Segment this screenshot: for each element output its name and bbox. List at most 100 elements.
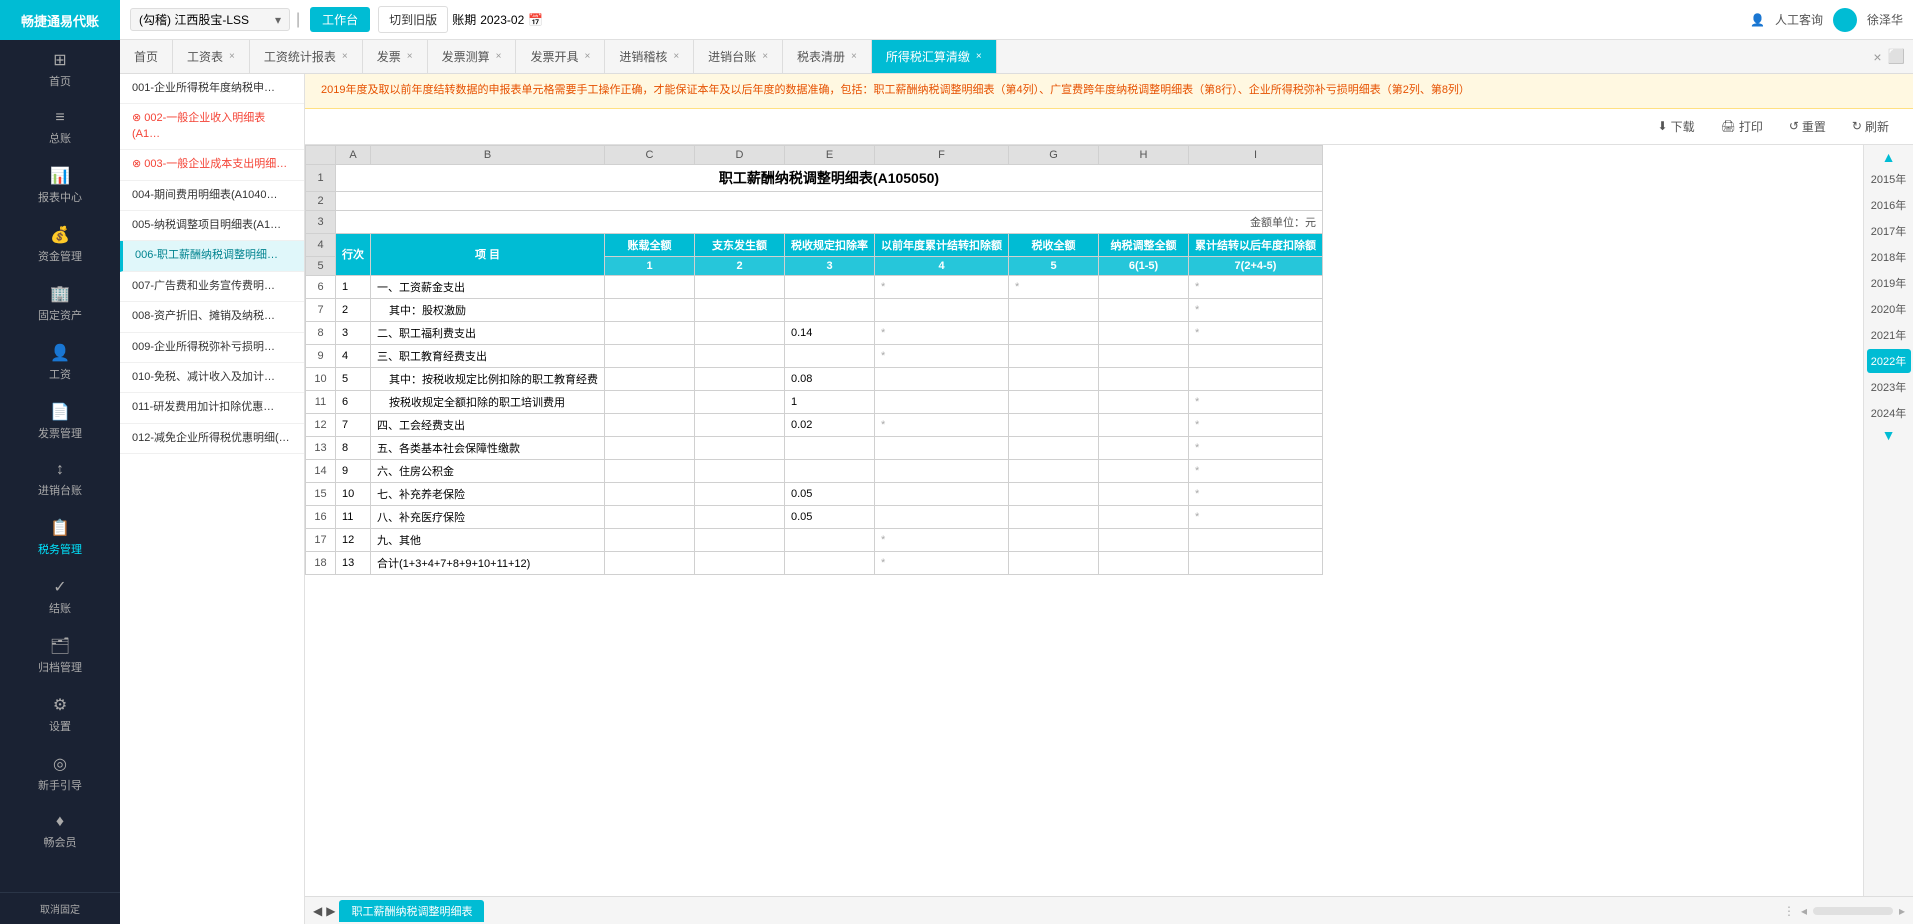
cell-c-11[interactable] [605, 390, 695, 413]
cell-h-18[interactable] [1099, 551, 1189, 574]
cell-seq-12[interactable]: 7 [336, 413, 371, 436]
tab-salary-table[interactable]: 工资表 × [173, 40, 250, 73]
cell-d-14[interactable] [695, 459, 785, 482]
sidebar-item-member[interactable]: ♦ 畅会员 [0, 803, 120, 860]
cell-label-16[interactable]: 八、补充医疗保险 [371, 505, 605, 528]
cell-label-9[interactable]: 三、职工教育经费支出 [371, 344, 605, 367]
cell-d-11[interactable] [695, 390, 785, 413]
sidebar-item-archive[interactable]: 🗂 归档管理 [0, 626, 120, 685]
switch-period-button[interactable]: 切到旧版 [378, 6, 448, 33]
year-item-2021[interactable]: 2021年 [1867, 323, 1911, 347]
cell-i-14[interactable]: * [1189, 459, 1323, 482]
cell-f-18[interactable]: * [875, 551, 1009, 574]
cell-f-17[interactable]: * [875, 528, 1009, 551]
cell-g-13[interactable] [1009, 436, 1099, 459]
cell-label-15[interactable]: 七、补充养老保险 [371, 482, 605, 505]
cell-g-9[interactable] [1009, 344, 1099, 367]
cell-h-12[interactable] [1099, 413, 1189, 436]
cell-i-8[interactable]: * [1189, 321, 1323, 344]
cell-i-10[interactable] [1189, 367, 1323, 390]
cell-d-9[interactable] [695, 344, 785, 367]
cell-seq-18[interactable]: 13 [336, 551, 371, 574]
cell-g-12[interactable] [1009, 413, 1099, 436]
cell-e-13[interactable] [785, 436, 875, 459]
cell-i-15[interactable]: * [1189, 482, 1323, 505]
tab-close-icon[interactable]: × [407, 51, 413, 62]
cell-e-7[interactable] [785, 298, 875, 321]
cell-e-17[interactable] [785, 528, 875, 551]
cell-label-14[interactable]: 六、住房公积金 [371, 459, 605, 482]
cell-h-13[interactable] [1099, 436, 1189, 459]
sheet-options-icon[interactable]: ⋮ [1783, 904, 1795, 918]
year-item-2024[interactable]: 2024年 [1867, 401, 1911, 425]
list-item-011[interactable]: 011-研发费用加计扣除优惠… [120, 393, 304, 423]
sidebar-item-guide[interactable]: ◎ 新手引导 [0, 744, 120, 803]
list-item-007[interactable]: 007-广告费和业务宣传费明… [120, 272, 304, 302]
cell-d-17[interactable] [695, 528, 785, 551]
tab-invoice[interactable]: 发票 × [363, 40, 428, 73]
cell-c-18[interactable] [605, 551, 695, 574]
cell-label-7[interactable]: 其中：股权激励 [371, 298, 605, 321]
list-item-006[interactable]: 006-职工薪酬纳税调整明细… [120, 241, 304, 271]
cell-h-8[interactable] [1099, 321, 1189, 344]
cell-label-12[interactable]: 四、工会经费支出 [371, 413, 605, 436]
tab-close-icon[interactable]: × [229, 51, 235, 62]
cell-i-18[interactable] [1189, 551, 1323, 574]
cell-d-18[interactable] [695, 551, 785, 574]
year-item-2023[interactable]: 2023年 [1867, 375, 1911, 399]
tab-income-tax[interactable]: 所得税汇算清缴 × [872, 40, 997, 73]
workbench-button[interactable]: 工作台 [310, 7, 370, 32]
cell-g-7[interactable] [1009, 298, 1099, 321]
cell-c-17[interactable] [605, 528, 695, 551]
list-item-009[interactable]: 009-企业所得税弥补亏损明… [120, 333, 304, 363]
cell-seq-9[interactable]: 4 [336, 344, 371, 367]
sheet-scrollbar[interactable] [1813, 907, 1893, 915]
sidebar-item-tax[interactable]: 📋 税务管理 [0, 508, 120, 567]
cell-seq-15[interactable]: 10 [336, 482, 371, 505]
list-item-002[interactable]: ⊗002-一般企业收入明细表(A1… [120, 104, 304, 150]
cell-seq-7[interactable]: 2 [336, 298, 371, 321]
cancel-fixed-button[interactable]: 取消固定 [0, 892, 120, 924]
cell-c-12[interactable] [605, 413, 695, 436]
cell-f-14[interactable] [875, 459, 1009, 482]
cell-label-18[interactable]: 合计(1+3+4+7+8+9+10+11+12) [371, 551, 605, 574]
user-service-label[interactable]: 人工客询 [1775, 11, 1823, 28]
cell-g-16[interactable] [1009, 505, 1099, 528]
cell-e-11[interactable]: 1 [785, 390, 875, 413]
cell-i-11[interactable]: * [1189, 390, 1323, 413]
cell-seq-6[interactable]: 1 [336, 275, 371, 298]
cell-f-12[interactable]: * [875, 413, 1009, 436]
cell-c-10[interactable] [605, 367, 695, 390]
list-item-004[interactable]: 004-期间费用明细表(A1040… [120, 181, 304, 211]
list-item-001[interactable]: 001-企业所得税年度纳税申… [120, 74, 304, 104]
cell-g-8[interactable] [1009, 321, 1099, 344]
cell-f-6[interactable]: * [875, 275, 1009, 298]
download-button[interactable]: ⬇ 下载 [1650, 115, 1703, 138]
sheet-scroll-left-icon[interactable]: ◂ [1801, 904, 1807, 918]
year-scroll-down-button[interactable]: ▼ [1882, 427, 1896, 443]
cell-c-14[interactable] [605, 459, 695, 482]
cell-c-8[interactable] [605, 321, 695, 344]
cell-e-8[interactable]: 0.14 [785, 321, 875, 344]
reset-button[interactable]: ↺ 重置 [1781, 115, 1834, 138]
cell-c-16[interactable] [605, 505, 695, 528]
cell-f-16[interactable] [875, 505, 1009, 528]
year-item-2018[interactable]: 2018年 [1867, 245, 1911, 269]
tab-salary-stat[interactable]: 工资统计报表 × [250, 40, 363, 73]
tab-close-icon[interactable]: × [496, 51, 502, 62]
cell-e-16[interactable]: 0.05 [785, 505, 875, 528]
cell-c-9[interactable] [605, 344, 695, 367]
cell-g-15[interactable] [1009, 482, 1099, 505]
cell-label-11[interactable]: 按税收规定全额扣除的职工培训费用 [371, 390, 605, 413]
cell-h-14[interactable] [1099, 459, 1189, 482]
tab-close-all-icon[interactable]: × [1873, 49, 1881, 65]
cell-g-18[interactable] [1009, 551, 1099, 574]
year-item-2020[interactable]: 2020年 [1867, 297, 1911, 321]
year-scroll-up-button[interactable]: ▲ [1882, 149, 1896, 165]
sheet-scroll-right-icon[interactable]: ▸ [1899, 904, 1905, 918]
cell-h-6[interactable] [1099, 275, 1189, 298]
cell-seq-16[interactable]: 11 [336, 505, 371, 528]
cell-label-13[interactable]: 五、各类基本社会保障性缴款 [371, 436, 605, 459]
refresh-button[interactable]: ↻ 刷新 [1844, 115, 1897, 138]
list-item-003[interactable]: ⊗003-一般企业成本支出明细… [120, 150, 304, 180]
